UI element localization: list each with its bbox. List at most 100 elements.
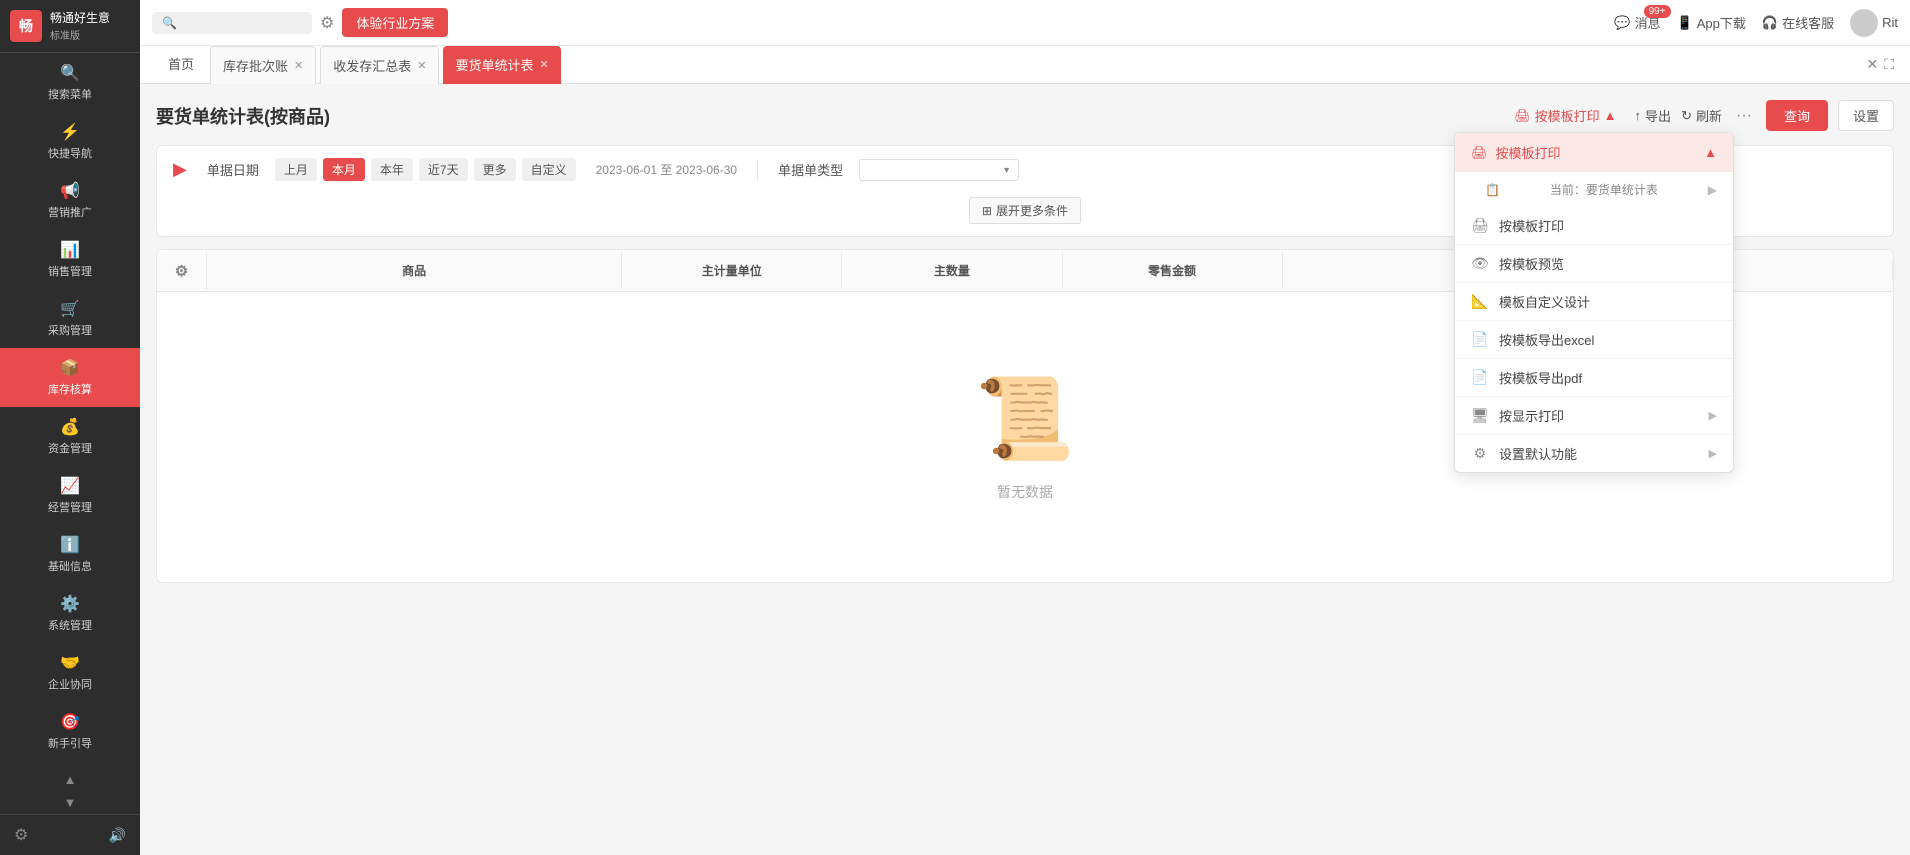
set-default-label: 设置默认功能 xyxy=(1499,444,1577,463)
dropdown-item-template-excel[interactable]: 📄 按模板导出excel xyxy=(1455,321,1733,359)
sidebar-item-label: 系统管理 xyxy=(48,617,92,633)
tab-inventory-batch[interactable]: 库存批次账 ✕ xyxy=(210,46,316,84)
settings-footer-icon[interactable]: ⚙ xyxy=(14,825,28,845)
date-btn-custom[interactable]: 自定义 xyxy=(522,158,576,181)
sidebar-item-label: 经营管理 xyxy=(48,499,92,515)
display-print-arrow-icon: ▶ xyxy=(1709,409,1717,422)
tab-home[interactable]: 首页 xyxy=(156,46,206,84)
finance-icon: 💰 xyxy=(60,417,80,437)
sidebar-item-sales[interactable]: 📊 销售管理 xyxy=(0,230,140,289)
inventory-icon: 📦 xyxy=(60,358,80,378)
sidebar-item-finance[interactable]: 💰 资金管理 xyxy=(0,407,140,466)
topbar-left: 🔍 ⚙ 体验行业方案 xyxy=(152,8,448,37)
template-preview-icon: 👁 xyxy=(1471,255,1489,272)
dropdown-item-template-design[interactable]: 📐 模板自定义设计 xyxy=(1455,283,1733,321)
sidebar-item-label: 采购管理 xyxy=(48,322,92,338)
print-chevron-up-icon: ▲ xyxy=(1604,108,1617,123)
date-range-display: 2023-06-01 至 2023-06-30 xyxy=(596,161,737,178)
dropdown-section-set-default[interactable]: ⚙ 设置默认功能 ▶ xyxy=(1455,435,1733,472)
tab-receivables-summary-close[interactable]: ✕ xyxy=(417,59,426,72)
scroll-down-btn[interactable]: ▼ xyxy=(64,795,77,810)
search-topbar-icon: 🔍 xyxy=(162,16,177,30)
tab-order-stats[interactable]: 要货单统计表 ✕ xyxy=(443,46,560,84)
sidebar-item-inventory[interactable]: 📦 库存核算 xyxy=(0,348,140,407)
date-btn-more[interactable]: 更多 xyxy=(474,158,516,181)
date-btn-this-year[interactable]: 本年 xyxy=(371,158,413,181)
sidebar-item-label: 资金管理 xyxy=(48,440,92,456)
message-item[interactable]: 💬 消息 99+ xyxy=(1614,13,1660,32)
date-btn-this-month[interactable]: 本月 xyxy=(323,158,365,181)
guide-icon: 🎯 xyxy=(60,712,80,732)
dropdown-section-left: 🖥 按显示打印 xyxy=(1471,406,1564,425)
tab-order-stats-close[interactable]: ✕ xyxy=(540,58,549,71)
template-design-icon: 📐 xyxy=(1471,293,1489,310)
sidebar-item-marketing[interactable]: 📢 营销推广 xyxy=(0,171,140,230)
dropdown-item-template-preview[interactable]: 👁 按模板预览 xyxy=(1455,245,1733,283)
type-filter-select[interactable] xyxy=(859,159,1019,181)
user-avatar-item[interactable]: Rit xyxy=(1850,9,1898,37)
sidebar-item-purchase[interactable]: 🛒 采购管理 xyxy=(0,289,140,348)
sidebar-item-search[interactable]: 🔍 搜索菜单 xyxy=(0,53,140,112)
settings-gear-icon[interactable]: ⚙ xyxy=(320,13,334,33)
dropdown-item-template-print[interactable]: 🖨 按模板打印 xyxy=(1455,207,1733,245)
date-btn-7days[interactable]: 近7天 xyxy=(419,158,468,181)
tab-receivables-summary[interactable]: 收发存汇总表 ✕ xyxy=(320,46,439,84)
template-design-label: 模板自定义设计 xyxy=(1499,292,1590,311)
set-default-arrow-icon: ▶ xyxy=(1709,447,1717,460)
maximize-window-icon[interactable]: ⛶ xyxy=(1884,56,1894,73)
expand-more-filters-button[interactable]: ⊞ 展开更多条件 xyxy=(969,197,1081,224)
sidebar-item-system[interactable]: ⚙️ 系统管理 xyxy=(0,584,140,643)
dropdown-current[interactable]: 📋 当前：要货单统计表 ▶ xyxy=(1455,172,1733,207)
shortcut-icon: ⚡ xyxy=(60,122,80,142)
app-download-label: App下载 xyxy=(1697,13,1746,32)
query-button[interactable]: 查询 xyxy=(1766,100,1828,131)
scroll-up-btn[interactable]: ▲ xyxy=(64,772,77,787)
sidebar-item-app[interactable]: 📱 应用中心 xyxy=(0,761,140,768)
more-options-icon[interactable]: ··· xyxy=(1732,103,1756,129)
filter-expand-icon[interactable]: ▶ xyxy=(173,159,187,180)
sidebar-item-cooperation[interactable]: 🤝 企业协同 xyxy=(0,643,140,702)
sidebar-item-shortcut[interactable]: ⚡ 快捷导航 xyxy=(0,112,140,171)
dropdown-header[interactable]: 🖨 按模板打印 ▲ xyxy=(1455,133,1733,172)
topbar-search[interactable]: 🔍 xyxy=(152,12,312,34)
sidebar-item-label: 新手引导 xyxy=(48,735,92,751)
tab-inventory-batch-label: 库存批次账 xyxy=(223,56,288,75)
dropdown-item-template-pdf[interactable]: 📄 按模板导出pdf xyxy=(1455,359,1733,397)
dropdown-current-arrow: ▶ xyxy=(1708,183,1717,197)
display-print-icon: 🖥 xyxy=(1471,407,1489,424)
sidebar-item-label: 销售管理 xyxy=(48,263,92,279)
app-download-item[interactable]: 📱 App下载 xyxy=(1677,13,1746,32)
sidebar-item-guide[interactable]: 🎯 新手引导 xyxy=(0,702,140,761)
purchase-icon: 🛒 xyxy=(60,299,80,319)
topbar-right: 💬 消息 99+ 📱 App下载 🎧 在线客服 Rit xyxy=(1614,9,1898,37)
export-icon: ↑ xyxy=(1635,108,1642,123)
refresh-button[interactable]: ↻ 刷新 xyxy=(1681,106,1722,125)
sidebar-nav: ⚡ 快捷导航 📢 营销推广 📊 销售管理 🛒 采购管理 📦 库存核算 💰 资金管… xyxy=(0,112,140,768)
online-service-icon: 🎧 xyxy=(1762,15,1778,31)
close-window-icon[interactable]: ✕ xyxy=(1866,56,1878,73)
sidebar: 畅 畅通好生意 标准版 🔍 搜索菜单 ⚡ 快捷导航 📢 营销推广 📊 销售管理 … xyxy=(0,0,140,855)
export-button[interactable]: ↑ 导出 xyxy=(1635,106,1672,125)
basic-icon: ℹ️ xyxy=(60,535,80,555)
sidebar-item-basic[interactable]: ℹ️ 基础信息 xyxy=(0,525,140,584)
empty-text: 暂无数据 xyxy=(997,482,1053,502)
dropdown-section-display-print[interactable]: 🖥 按显示打印 ▶ xyxy=(1455,397,1733,435)
speaker-footer-icon[interactable]: 🔊 xyxy=(109,827,126,844)
industry-solution-button[interactable]: 体验行业方案 xyxy=(342,8,448,37)
dropdown-chevron-up-icon: ▲ xyxy=(1704,145,1717,160)
page-title: 要货单统计表(按商品) xyxy=(156,103,330,129)
type-filter-label: 单据单类型 xyxy=(778,160,843,179)
online-service-item[interactable]: 🎧 在线客服 xyxy=(1762,13,1834,32)
sidebar-item-label: 基础信息 xyxy=(48,558,92,574)
table-col-product: 商品 xyxy=(207,252,622,289)
page-settings-button[interactable]: 设置 xyxy=(1838,100,1894,131)
table-settings-col[interactable]: ⚙ xyxy=(157,252,207,290)
refresh-icon: ↻ xyxy=(1681,108,1692,124)
date-btn-last-month[interactable]: 上月 xyxy=(275,158,317,181)
tab-receivables-summary-label: 收发存汇总表 xyxy=(333,56,411,75)
dropdown-section-set-default-left: ⚙ 设置默认功能 xyxy=(1471,444,1577,463)
print-template-button[interactable]: 🖨 按模板打印 ▲ xyxy=(1506,102,1624,129)
tab-inventory-batch-close[interactable]: ✕ xyxy=(294,59,303,72)
sidebar-item-operations[interactable]: 📈 经营管理 xyxy=(0,466,140,525)
marketing-icon: 📢 xyxy=(60,181,80,201)
